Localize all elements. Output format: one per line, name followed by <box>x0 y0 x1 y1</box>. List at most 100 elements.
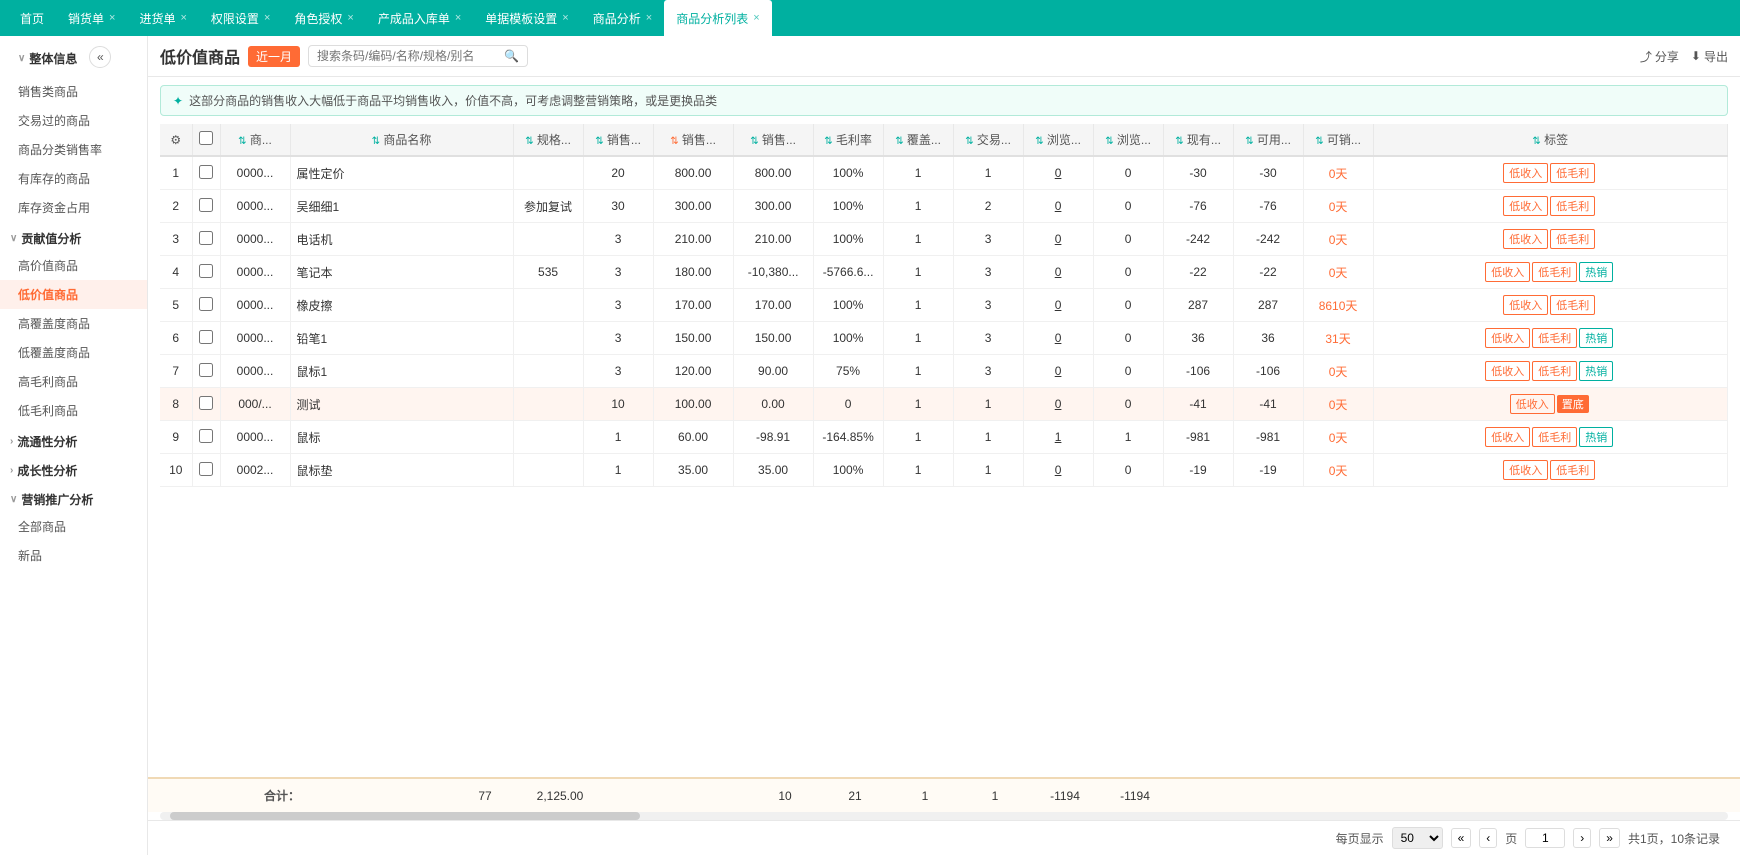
nav-production-close[interactable]: × <box>455 12 461 24</box>
row-checkbox-cell[interactable] <box>192 190 220 223</box>
row-checkbox[interactable] <box>199 363 213 377</box>
row-trade[interactable]: 0 <box>1023 388 1093 421</box>
sidebar-item-sales-products[interactable]: 销售类商品 <box>0 77 147 106</box>
row-gross: 1 <box>883 454 953 487</box>
nav-sales-close[interactable]: × <box>109 12 115 24</box>
nav-product-list-close[interactable]: × <box>753 12 759 24</box>
row-checkbox[interactable] <box>199 198 213 212</box>
trade-link[interactable]: 0 <box>1055 364 1062 378</box>
nav-product-list[interactable]: 商品分析列表 × <box>664 0 771 36</box>
row-checkbox-cell[interactable] <box>192 388 220 421</box>
row-checkbox[interactable] <box>199 165 213 179</box>
th-settings[interactable]: ⚙ <box>160 124 192 156</box>
sidebar-item-category-rate[interactable]: 商品分类销售率 <box>0 135 147 164</box>
row-checkbox[interactable] <box>199 462 213 476</box>
trade-link[interactable]: 0 <box>1055 166 1062 180</box>
row-checkbox[interactable] <box>199 297 213 311</box>
trade-link[interactable]: 0 <box>1055 397 1062 411</box>
row-trade[interactable]: 0 <box>1023 322 1093 355</box>
first-page-btn[interactable]: « <box>1451 828 1472 848</box>
sidebar-group-overall[interactable]: ∨ 整体信息 <box>8 42 87 71</box>
nav-roles-close[interactable]: × <box>347 12 353 24</box>
search-icon[interactable]: 🔍 <box>504 49 519 63</box>
sidebar-item-low-coverage[interactable]: 低覆盖度商品 <box>0 338 147 367</box>
row-checkbox[interactable] <box>199 396 213 410</box>
row-checkbox-cell[interactable] <box>192 223 220 256</box>
row-browse2: -106 <box>1163 355 1233 388</box>
nav-roles[interactable]: 角色授权 × <box>282 0 365 36</box>
trade-link[interactable]: 0 <box>1055 265 1062 279</box>
last-page-btn[interactable]: » <box>1599 828 1620 848</box>
sidebar-group-growth[interactable]: › 成长性分析 <box>0 454 147 483</box>
next-page-btn[interactable]: › <box>1573 828 1591 848</box>
row-checkbox-cell[interactable] <box>192 156 220 190</box>
nav-template[interactable]: 单据模板设置 × <box>473 0 580 36</box>
row-sale1: 180.00 <box>653 256 733 289</box>
sidebar-item-low-margin[interactable]: 低毛利商品 <box>0 396 147 425</box>
row-cover: 3 <box>953 355 1023 388</box>
row-trade[interactable]: 0 <box>1023 223 1093 256</box>
sidebar-collapse-btn[interactable]: « <box>89 46 111 68</box>
row-trade[interactable]: 0 <box>1023 454 1093 487</box>
sidebar-item-traded[interactable]: 交易过的商品 <box>0 106 147 135</box>
nav-home[interactable]: 首页 <box>8 0 56 36</box>
row-trade[interactable]: 0 <box>1023 355 1093 388</box>
row-checkbox[interactable] <box>199 264 213 278</box>
row-trade[interactable]: 0 <box>1023 190 1093 223</box>
sidebar-item-high-value[interactable]: 高价值商品 <box>0 251 147 280</box>
sidebar-item-low-value[interactable]: 低价值商品 <box>0 280 147 309</box>
trade-link[interactable]: 0 <box>1055 298 1062 312</box>
filter-recent-month-btn[interactable]: 近一月 <box>248 46 300 67</box>
th-checkbox[interactable] <box>192 124 220 156</box>
row-checkbox-cell[interactable] <box>192 322 220 355</box>
search-input[interactable] <box>317 49 500 63</box>
nav-sales[interactable]: 销货单 × <box>56 0 127 36</box>
nav-template-close[interactable]: × <box>562 12 568 24</box>
sidebar-group-marketing[interactable]: ∨ 营销推广分析 <box>0 483 147 512</box>
share-btn[interactable]: ⤴ 分享 <box>1640 48 1679 65</box>
row-trade[interactable]: 1 <box>1023 421 1093 454</box>
nav-production[interactable]: 产成品入库单 × <box>366 0 473 36</box>
sidebar-item-all-products[interactable]: 全部商品 <box>0 512 147 541</box>
row-checkbox-cell[interactable] <box>192 289 220 322</box>
row-checkbox-cell[interactable] <box>192 256 220 289</box>
row-checkbox[interactable] <box>199 330 213 344</box>
sidebar-item-high-coverage[interactable]: 高覆盖度商品 <box>0 309 147 338</box>
page-size-select[interactable]: 50 100 200 <box>1392 827 1443 849</box>
sidebar-item-stock-fund[interactable]: 库存资金占用 <box>0 193 147 222</box>
trade-link[interactable]: 0 <box>1055 199 1062 213</box>
nav-product-analysis[interactable]: 商品分析 × <box>581 0 664 36</box>
settings-icon[interactable]: ⚙ <box>170 133 181 147</box>
sidebar-item-high-margin[interactable]: 高毛利商品 <box>0 367 147 396</box>
sidebar-item-new-products[interactable]: 新品 <box>0 541 147 570</box>
row-sale3: 100% <box>813 454 883 487</box>
horizontal-scrollbar-thumb[interactable] <box>170 812 640 820</box>
row-qty: 3 <box>583 256 653 289</box>
row-checkbox[interactable] <box>199 429 213 443</box>
trade-link[interactable]: 0 <box>1055 463 1062 477</box>
page-number-input[interactable] <box>1525 828 1565 848</box>
nav-purchase[interactable]: 进货单 × <box>127 0 198 36</box>
prev-page-btn[interactable]: ‹ <box>1479 828 1497 848</box>
nav-permissions-close[interactable]: × <box>264 12 270 24</box>
trade-link[interactable]: 0 <box>1055 232 1062 246</box>
export-btn[interactable]: ⬇ 导出 <box>1691 48 1728 65</box>
sidebar-group-contribution[interactable]: ∨ 贡献值分析 <box>0 222 147 251</box>
row-checkbox-cell[interactable] <box>192 454 220 487</box>
trade-link[interactable]: 1 <box>1055 430 1062 444</box>
row-code: 0000... <box>220 421 290 454</box>
nav-product-analysis-close[interactable]: × <box>646 12 652 24</box>
sidebar-group-circulation[interactable]: › 流通性分析 <box>0 425 147 454</box>
row-checkbox-cell[interactable] <box>192 421 220 454</box>
sidebar-item-with-stock[interactable]: 有库存的商品 <box>0 164 147 193</box>
row-checkbox[interactable] <box>199 231 213 245</box>
nav-purchase-close[interactable]: × <box>180 12 186 24</box>
select-all-checkbox[interactable] <box>199 131 213 145</box>
nav-permissions[interactable]: 权限设置 × <box>199 0 282 36</box>
row-trade[interactable]: 0 <box>1023 156 1093 190</box>
trade-link[interactable]: 0 <box>1055 331 1062 345</box>
row-trade[interactable]: 0 <box>1023 256 1093 289</box>
row-checkbox-cell[interactable] <box>192 355 220 388</box>
horizontal-scrollbar-track[interactable] <box>160 812 1728 820</box>
row-trade[interactable]: 0 <box>1023 289 1093 322</box>
